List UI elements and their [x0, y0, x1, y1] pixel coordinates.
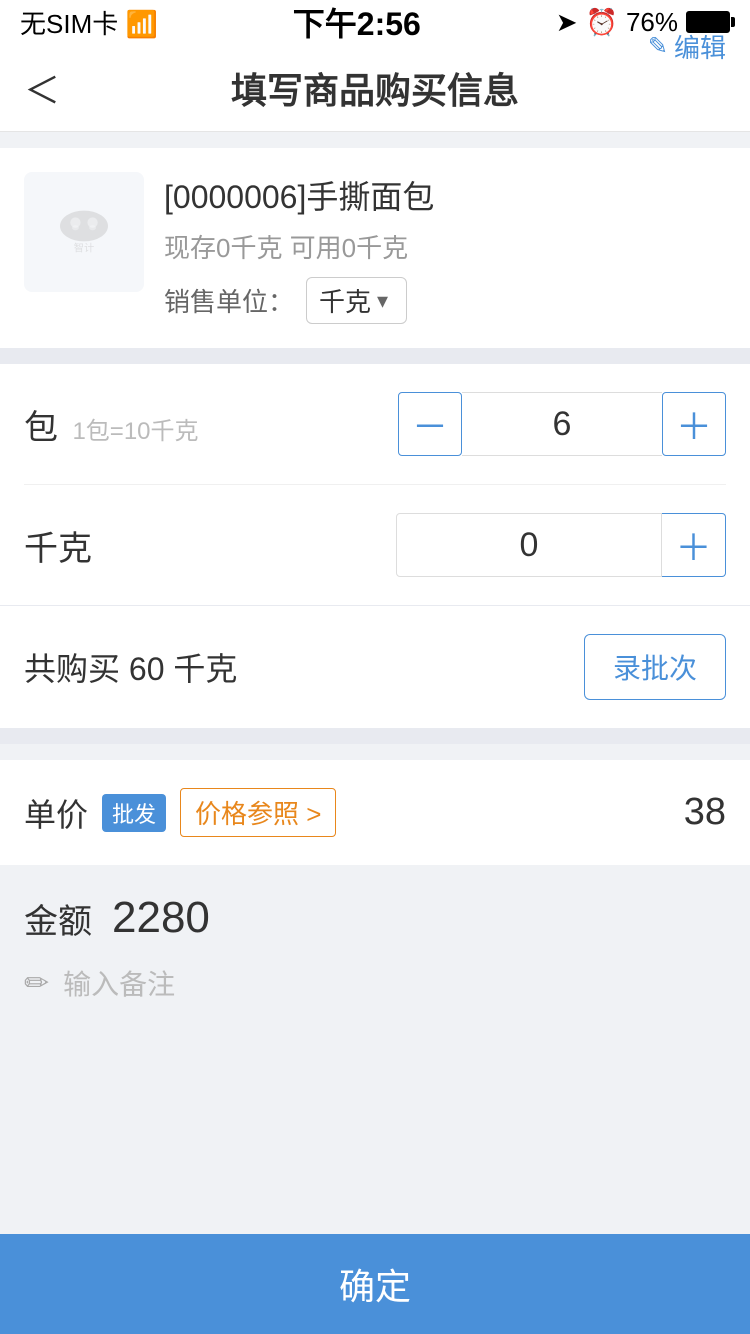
alarm-icon: ⏰	[586, 7, 618, 38]
status-bar: 无SIM卡 📶 下午2:56 ➤ ⏰ 76%	[0, 0, 750, 44]
note-icon: ✏	[24, 966, 49, 1001]
kg-input-row: 千克 ＋	[24, 485, 726, 605]
unit-label: 销售单位：	[164, 282, 294, 319]
bao-increment-button[interactable]: ＋	[662, 392, 726, 456]
page-title: 填写商品购买信息	[231, 62, 519, 114]
price-ref-button[interactable]: 价格参照 >	[180, 788, 336, 837]
bao-label-group: 包 1包=10千克	[24, 400, 199, 449]
amount-value: 2280	[112, 893, 210, 943]
product-stock: 现存0千克 可用0千克	[164, 228, 726, 265]
main-spacer	[0, 1023, 750, 1234]
unit-dropdown[interactable]: 千克	[306, 277, 407, 324]
price-section: 单价 批发 价格参照 > 38	[0, 760, 750, 865]
note-placeholder: 输入备注	[63, 963, 175, 1003]
location-icon: ➤	[556, 7, 578, 38]
unit-value: 千克	[319, 282, 371, 319]
kg-stepper: ＋	[396, 513, 726, 577]
kg-label: 千克	[24, 521, 92, 570]
bao-hint: 1包=10千克	[72, 418, 198, 445]
carrier-wifi: 无SIM卡 📶	[20, 4, 158, 41]
kg-increment-button[interactable]: ＋	[662, 513, 726, 577]
confirm-button[interactable]: 确定	[0, 1234, 750, 1334]
record-batch-button[interactable]: 录批次	[584, 634, 726, 700]
pifa-badge: 批发	[102, 794, 166, 832]
total-row: 共购买 60 千克 录批次	[0, 605, 750, 728]
amount-label: 金额	[24, 894, 92, 943]
note-row[interactable]: ✏ 输入备注	[24, 963, 726, 1003]
confirm-label: 确定	[339, 1258, 411, 1310]
bao-stepper: － ＋	[398, 392, 726, 456]
edit-button[interactable]: ✎ 编辑	[648, 28, 726, 65]
product-info: [0000006]手撕面包 现存0千克 可用0千克 销售单位： 千克	[164, 172, 726, 324]
price-row: 单价 批发 价格参照 > 38	[24, 788, 726, 837]
price-label: 单价	[24, 790, 88, 836]
back-button[interactable]: ＜	[24, 62, 60, 114]
bao-input-row: 包 1包=10千克 － ＋	[24, 364, 726, 485]
price-left: 单价 批发 价格参照 >	[24, 788, 336, 837]
edit-label: 编辑	[674, 28, 726, 65]
nav-bar: ＜ 填写商品购买信息	[0, 44, 750, 132]
product-image: 智计	[24, 172, 144, 292]
edit-icon: ✎	[648, 32, 668, 61]
amount-section: 金额 2280 ✏ 输入备注	[0, 865, 750, 1023]
product-card: 智计 [0000006]手撕面包 现存0千克 可用0千克 销售单位： 千克 ✎ …	[0, 148, 750, 348]
amount-row: 金额 2280	[24, 893, 726, 943]
product-name: [0000006]手撕面包	[164, 172, 726, 218]
kg-input[interactable]	[396, 513, 662, 577]
separator-2	[0, 728, 750, 744]
separator-1	[0, 348, 750, 364]
product-unit-row: 销售单位： 千克	[164, 277, 726, 324]
total-label: 共购买 60 千克	[24, 644, 237, 690]
svg-text:智计: 智计	[74, 242, 95, 255]
input-section: 包 1包=10千克 － ＋ 千克 ＋	[0, 364, 750, 605]
price-value: 38	[684, 791, 726, 834]
bao-label: 包	[24, 409, 58, 447]
time-display: 下午2:56	[293, 0, 421, 45]
bao-input[interactable]	[462, 392, 662, 456]
bao-decrement-button[interactable]: －	[398, 392, 462, 456]
